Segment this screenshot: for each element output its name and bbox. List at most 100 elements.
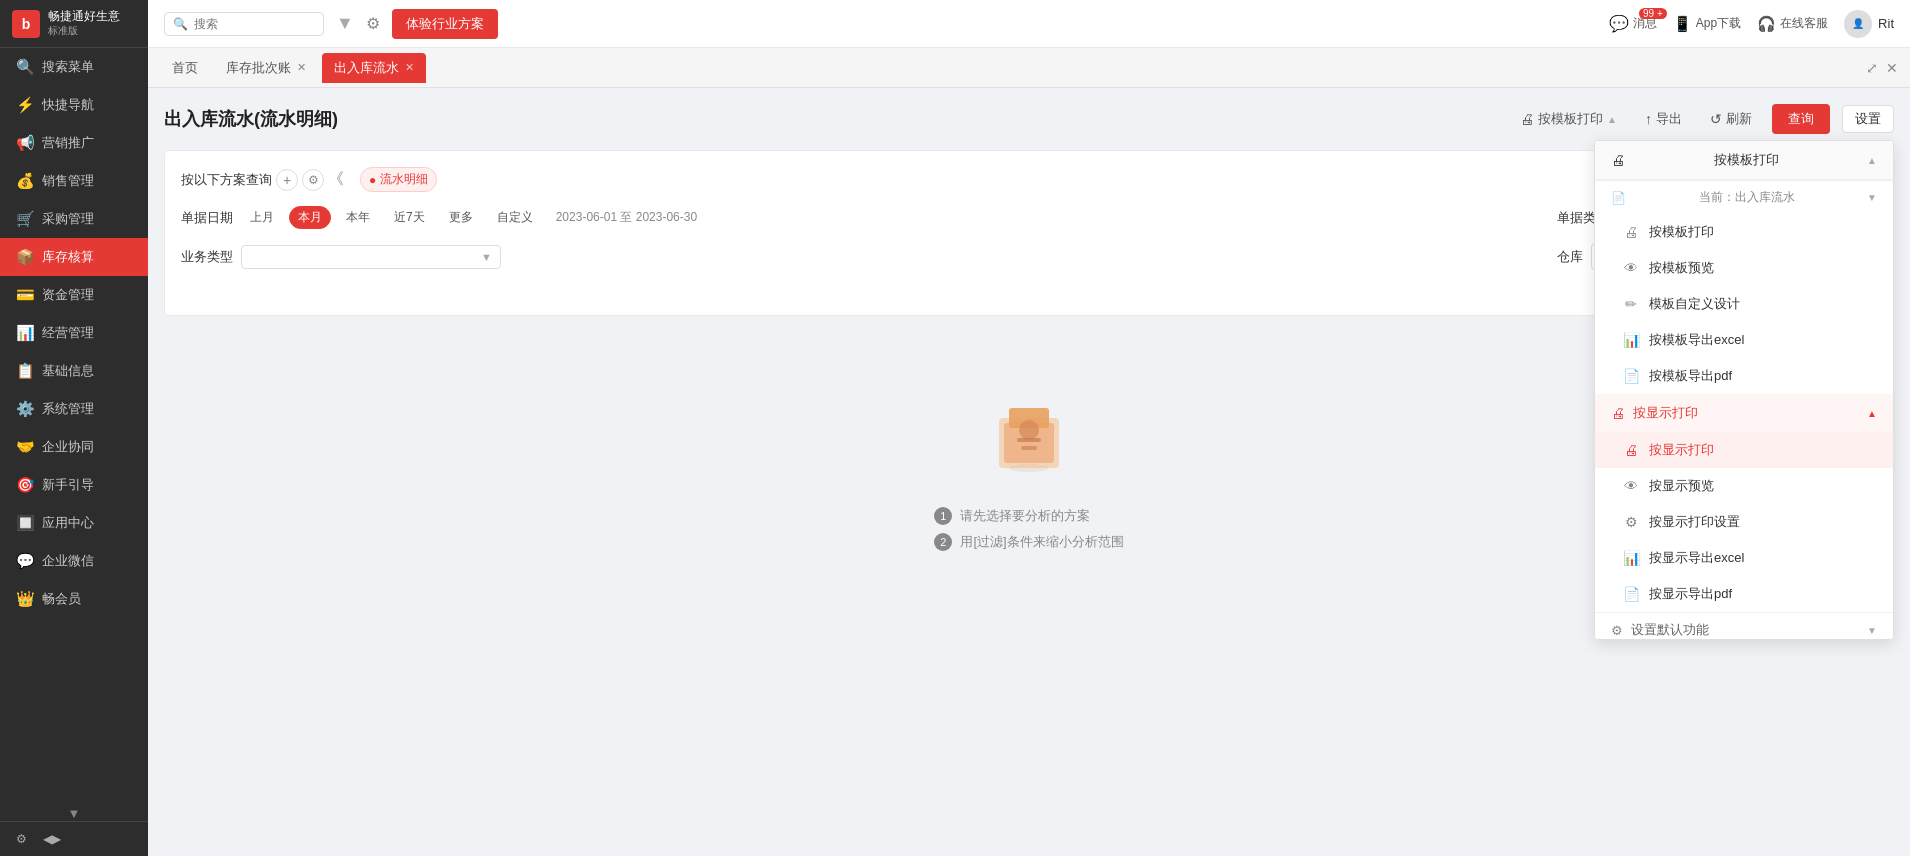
dropdown-template-section[interactable]: 🖨 按模板打印 ▲ (1595, 141, 1893, 180)
date-this-month[interactable]: 本月 (289, 206, 331, 229)
sidebar-item-finance[interactable]: 💳 资金管理 (0, 276, 148, 314)
dropdown-display-excel[interactable]: 📊 按显示导出excel (1595, 540, 1893, 576)
dropdown-display-preview-label: 按显示预览 (1649, 477, 1714, 495)
filter-tag-label: 流水明细 (380, 171, 428, 188)
gear-icon: ⚙️ (16, 400, 34, 418)
sidebar-item-label: 应用中心 (42, 514, 94, 532)
dropdown-display-excel-label: 按显示导出excel (1649, 549, 1744, 567)
date-more[interactable]: 更多 (440, 206, 482, 229)
page-title-row: 出入库流水(流水明细) 🖨 按模板打印 ▲ ↑ 导出 ↺ 刷新 (164, 104, 1894, 134)
dropdown-default-section[interactable]: ⚙ 设置默认功能 ▼ (1595, 612, 1893, 640)
dropdown-display-settings[interactable]: ⚙ 按显示打印设置 (1595, 504, 1893, 540)
sidebar-item-operations[interactable]: 📊 经营管理 (0, 314, 148, 352)
tab-expand-btn[interactable]: ⤢ (1866, 60, 1878, 76)
sidebar-settings-btn[interactable]: ⚙ (16, 832, 27, 846)
search-input[interactable] (194, 17, 274, 31)
sidebar-item-label: 基础信息 (42, 362, 94, 380)
print-template-btn[interactable]: 🖨 按模板打印 ▲ (1512, 106, 1625, 132)
filter-collapse-arrow[interactable]: 《 (328, 169, 344, 190)
sidebar-item-guide[interactable]: 🎯 新手引导 (0, 466, 148, 504)
app-download-btn[interactable]: 📱 App下载 (1673, 15, 1741, 33)
query-button[interactable]: 查询 (1772, 104, 1830, 134)
dropdown-template-custom[interactable]: ✏ 模板自定义设计 (1595, 286, 1893, 322)
svg-point-3 (1019, 420, 1039, 440)
warehouse-label: 仓库 (1557, 248, 1583, 266)
settings-button[interactable]: 设置 (1842, 105, 1894, 133)
tab-flow-close[interactable]: ✕ (405, 61, 414, 74)
topbar-gear-icon[interactable]: ⚙ (366, 14, 380, 33)
sidebar-item-quick-nav[interactable]: ⚡ 快捷导航 (0, 86, 148, 124)
trial-industry-button[interactable]: 体验行业方案 (392, 9, 498, 39)
sidebar-item-label: 新手引导 (42, 476, 94, 494)
message-badge[interactable]: 💬 消息 99 + (1609, 14, 1657, 33)
page-body: 出入库流水(流水明细) 🖨 按模板打印 ▲ ↑ 导出 ↺ 刷新 (148, 88, 1910, 856)
sidebar-item-system[interactable]: ⚙️ 系统管理 (0, 390, 148, 428)
sidebar-item-purchase[interactable]: 🛒 采购管理 (0, 200, 148, 238)
eye-icon: 👁 (1623, 260, 1639, 276)
sidebar-item-sales[interactable]: 💰 销售管理 (0, 162, 148, 200)
dropdown-template-print[interactable]: 🖨 按模板打印 (1595, 214, 1893, 250)
dropdown-display-pdf-label: 按显示导出pdf (1649, 585, 1732, 603)
sidebar-item-app-center[interactable]: 🔲 应用中心 (0, 504, 148, 542)
tab-home-label: 首页 (172, 59, 198, 77)
biz-type-select[interactable]: ▼ (241, 245, 501, 269)
tab-batch[interactable]: 库存批次账 ✕ (214, 53, 318, 83)
dropdown-display-pdf[interactable]: 📄 按显示导出pdf (1595, 576, 1893, 612)
search-icon: 🔍 (16, 58, 34, 76)
dropdown-template-pdf[interactable]: 📄 按模板导出pdf (1595, 358, 1893, 394)
export-btn[interactable]: ↑ 导出 (1637, 106, 1690, 132)
dropdown-display-print[interactable]: 🖨 按显示打印 (1595, 432, 1893, 468)
sidebar-item-inventory[interactable]: 📦 库存核算 (0, 238, 148, 276)
empty-step-1: 1 请先选择要分析的方案 (934, 507, 1123, 525)
filter-add-button[interactable]: + (276, 169, 298, 191)
sidebar-scroll-down[interactable]: ▼ (0, 805, 148, 821)
dropdown-template-excel[interactable]: 📊 按模板导出excel (1595, 322, 1893, 358)
printer-icon: 🖨 (1623, 224, 1639, 240)
sidebar-collapse-btn[interactable]: ◀▶ (43, 832, 61, 846)
biz-type-label: 业务类型 (181, 248, 233, 266)
step-2-num: 2 (934, 533, 952, 551)
filter-gear-button[interactable]: ⚙ (302, 169, 324, 191)
sidebar-item-member[interactable]: 👑 畅会员 (0, 580, 148, 618)
sidebar-item-search[interactable]: 🔍 搜索菜单 (0, 48, 148, 86)
dropdown-display-section[interactable]: 🖨 按显示打印 ▲ (1595, 394, 1893, 432)
chevron-down-icon: ▼ (481, 251, 492, 263)
dropdown-template-preview[interactable]: 👁 按模板预览 (1595, 250, 1893, 286)
handshake-icon: 🤝 (16, 438, 34, 456)
tab-batch-close[interactable]: ✕ (297, 61, 306, 74)
dropdown-current-label[interactable]: 📄 当前：出入库流水 ▼ (1595, 180, 1893, 214)
date-this-year[interactable]: 本年 (337, 206, 379, 229)
online-service-btn[interactable]: 🎧 在线客服 (1757, 15, 1828, 33)
topbar-search-box[interactable]: 🔍 (164, 12, 324, 36)
sidebar-item-label: 快捷导航 (42, 96, 94, 114)
svg-rect-4 (1017, 438, 1041, 442)
empty-step-2: 2 用[过滤]条件来缩小分析范围 (934, 533, 1123, 551)
active-filter-tag[interactable]: ● 流水明细 (360, 167, 437, 192)
printer-display-icon: 🖨 (1611, 405, 1625, 421)
sidebar-item-wechat[interactable]: 💬 企业微信 (0, 542, 148, 580)
excel-icon: 📊 (1623, 332, 1639, 348)
date-last-month[interactable]: 上月 (241, 206, 283, 229)
svg-point-6 (1009, 464, 1049, 472)
sidebar-bottom: ⚙ ◀▶ (0, 821, 148, 856)
sidebar-item-marketing[interactable]: 📢 营销推广 (0, 124, 148, 162)
user-profile[interactable]: 👤 Rit (1844, 10, 1894, 38)
sidebar-item-basic[interactable]: 📋 基础信息 (0, 352, 148, 390)
avatar: 👤 (1844, 10, 1872, 38)
date-filter-options: 上月 本月 本年 近7天 更多 自定义 2023-06-01 至 2023-06… (241, 206, 697, 229)
tab-home[interactable]: 首页 (160, 53, 210, 83)
tab-flow[interactable]: 出入库流水 ✕ (322, 53, 426, 83)
dropdown-display-preview[interactable]: 👁 按显示预览 (1595, 468, 1893, 504)
printer-template-icon: 🖨 (1611, 152, 1625, 168)
date-filter-field: 单据日期 上月 本月 本年 近7天 更多 自定义 2023-06-01 至 20… (181, 206, 697, 229)
step-1-text: 请先选择要分析的方案 (960, 507, 1090, 525)
date-7days[interactable]: 近7天 (385, 206, 434, 229)
sidebar-item-collab[interactable]: 🤝 企业协同 (0, 428, 148, 466)
date-custom[interactable]: 自定义 (488, 206, 542, 229)
refresh-btn[interactable]: ↺ 刷新 (1702, 106, 1760, 132)
tab-batch-label: 库存批次账 (226, 59, 291, 77)
print-dropdown-panel: 🖨 按模板打印 ▲ 📄 当前：出入库流水 ▼ 🖨 (1594, 140, 1894, 640)
topbar-right: 💬 消息 99 + 📱 App下载 🎧 在线客服 👤 Rit (1609, 10, 1894, 38)
tab-close-all-btn[interactable]: ✕ (1886, 60, 1898, 76)
topbar-dropdown-btn[interactable]: ▼ (336, 13, 354, 34)
